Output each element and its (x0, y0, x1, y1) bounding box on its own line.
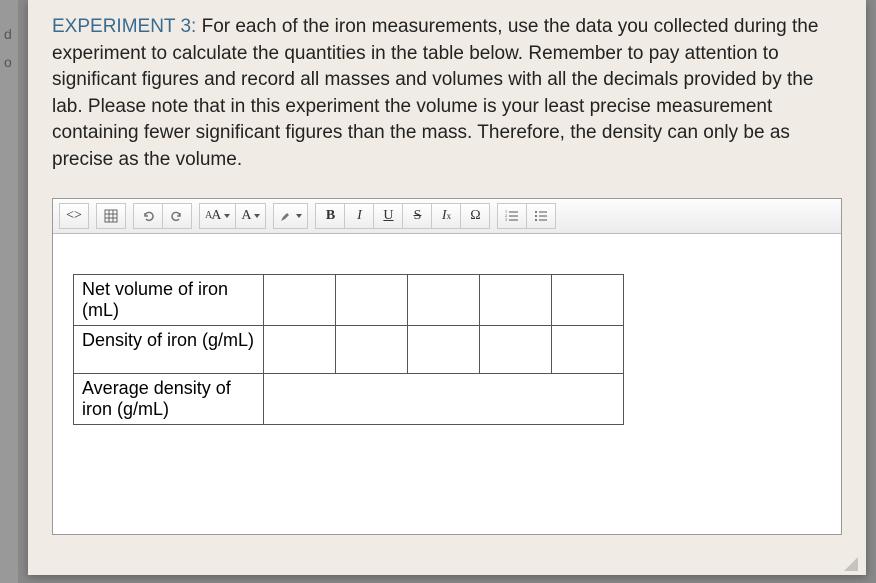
data-cell[interactable] (408, 325, 480, 373)
row-label[interactable]: Net volume of iron (mL) (74, 274, 264, 325)
bold-button[interactable]: B (315, 203, 345, 229)
table-row: Average density of iron (g/mL) (74, 373, 624, 424)
undo-icon (141, 209, 155, 223)
data-cell[interactable] (264, 325, 336, 373)
undo-button[interactable] (133, 203, 163, 229)
unordered-list-icon (534, 209, 548, 223)
redo-button[interactable] (162, 203, 192, 229)
data-entry-table[interactable]: Net volume of iron (mL) Density of iron … (73, 274, 624, 425)
svg-text:3: 3 (505, 217, 507, 222)
clear-format-button[interactable]: Ix (431, 203, 461, 229)
table-insert-button[interactable] (96, 203, 126, 229)
row-label[interactable]: Average density of iron (g/mL) (74, 373, 264, 424)
font-size-button[interactable]: AA (199, 203, 236, 229)
margin-letter: d (0, 20, 18, 48)
worksheet-page: EXPERIMENT 3: For each of the iron measu… (28, 0, 866, 575)
italic-button[interactable]: I (344, 203, 374, 229)
table-icon (104, 209, 118, 223)
experiment-title: EXPERIMENT 3: (52, 16, 196, 37)
data-cell[interactable] (336, 325, 408, 373)
numbered-list-button[interactable]: 1 2 3 (497, 203, 527, 229)
editor-content-area[interactable]: Net volume of iron (mL) Density of iron … (53, 234, 841, 534)
page-margin-letters: d o (0, 0, 18, 583)
resize-handle-icon[interactable] (844, 557, 858, 571)
data-cell[interactable] (336, 274, 408, 325)
highlighter-icon (279, 209, 293, 223)
data-cell[interactable] (480, 325, 552, 373)
ordered-list-icon: 1 2 3 (505, 209, 519, 223)
row-label[interactable]: Density of iron (g/mL) (74, 325, 264, 373)
editor-toolbar: <> AA A B I U S Ix Ω (53, 199, 841, 234)
data-cell[interactable] (552, 325, 624, 373)
bullet-list-button[interactable] (526, 203, 556, 229)
table-row: Net volume of iron (mL) (74, 274, 624, 325)
source-code-button[interactable]: <> (59, 203, 89, 229)
strike-button[interactable]: S (402, 203, 432, 229)
table-row: Density of iron (g/mL) (74, 325, 624, 373)
data-cell[interactable] (264, 274, 336, 325)
rich-text-editor: <> AA A B I U S Ix Ω (52, 198, 842, 535)
experiment-instructions: EXPERIMENT 3: For each of the iron measu… (52, 14, 842, 174)
special-char-button[interactable]: Ω (460, 203, 490, 229)
redo-icon (170, 209, 184, 223)
margin-letter: o (0, 48, 18, 76)
data-cell[interactable] (480, 274, 552, 325)
experiment-body: For each of the iron measurements, use t… (52, 16, 818, 170)
highlight-button[interactable] (273, 203, 308, 229)
data-cell[interactable] (264, 373, 624, 424)
data-cell[interactable] (552, 274, 624, 325)
font-color-button[interactable]: A (235, 203, 266, 229)
underline-button[interactable]: U (373, 203, 403, 229)
data-cell[interactable] (408, 274, 480, 325)
